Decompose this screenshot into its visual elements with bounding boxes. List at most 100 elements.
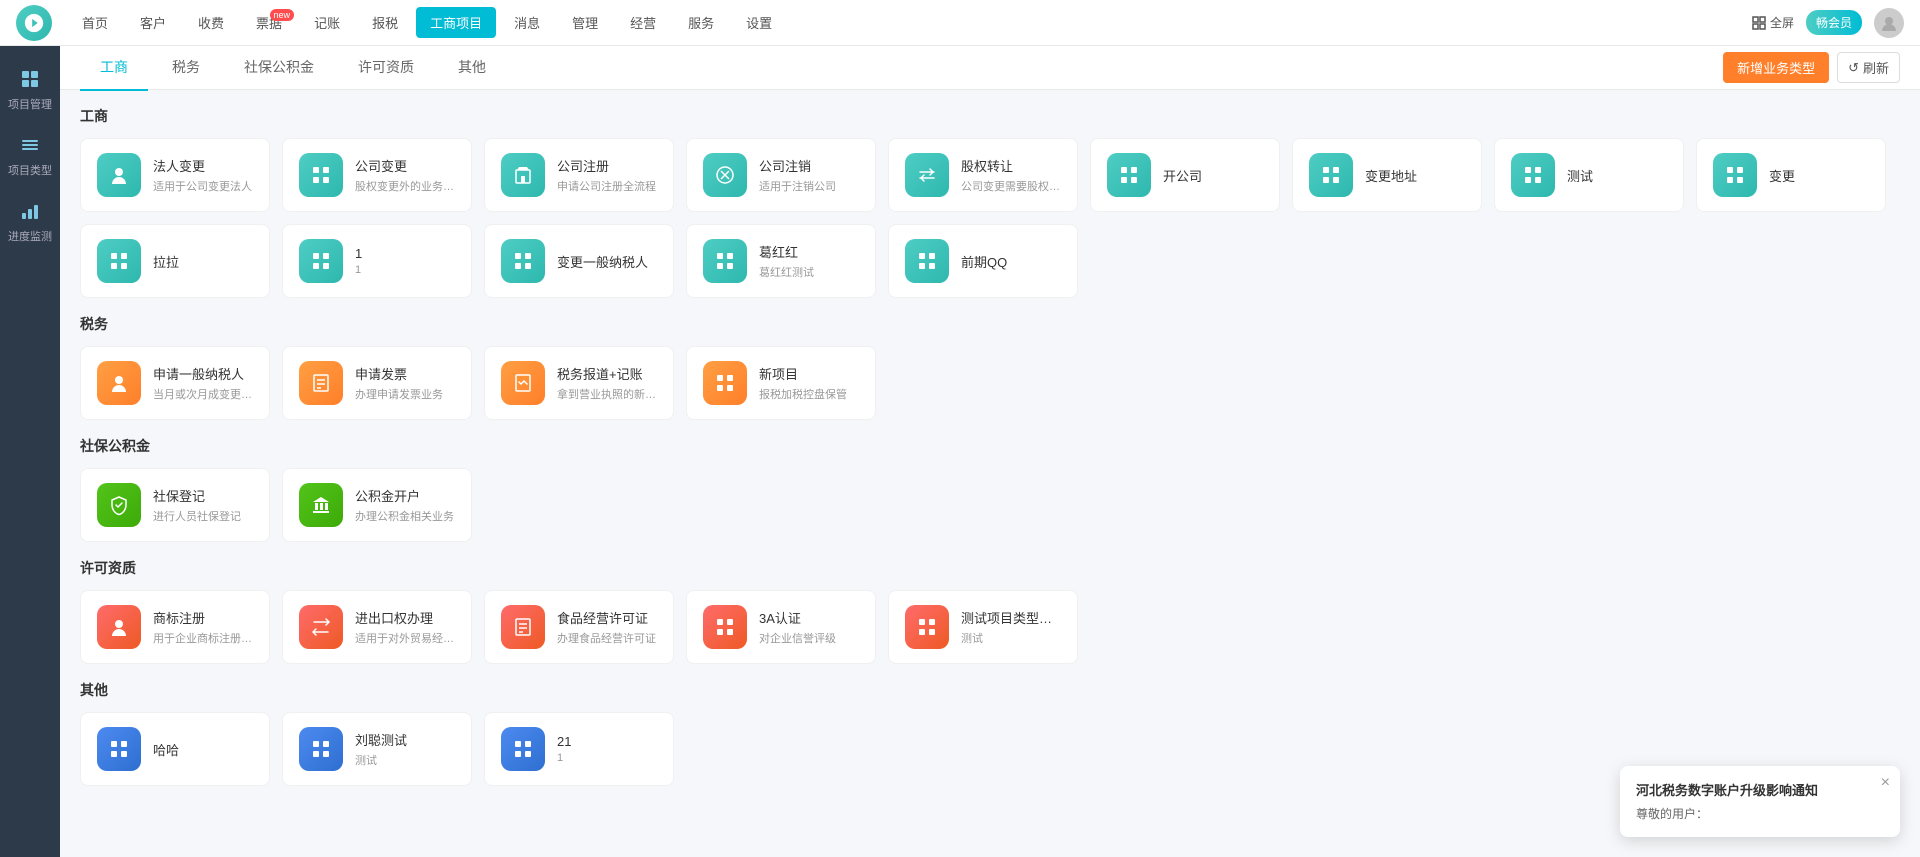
card-title: 股权转让	[961, 156, 1061, 175]
card-公司变更[interactable]: 公司变更股权变更外的业务变更	[282, 138, 472, 212]
card-title: 新项目	[759, 364, 859, 383]
card-申请发票[interactable]: 申请发票办理申请发票业务	[282, 346, 472, 420]
tab-其他[interactable]: 其他	[438, 45, 506, 91]
card-text: 股权转让公司变更需要股权转让	[961, 156, 1061, 194]
nav-items: 首页客户收费票据new记账报税工商项目消息管理经营服务设置	[68, 7, 1752, 38]
card-title: 申请发票	[355, 364, 455, 383]
card-text: 11	[355, 246, 455, 276]
tabs-bar: 工商税务社保公积金许可资质其他 新增业务类型 ↺ 刷新	[60, 46, 1920, 90]
sidebar-label-project-mgmt: 项目管理	[8, 96, 52, 112]
card-新项目[interactable]: 新项目报税加税控盘保管	[686, 346, 876, 420]
nav-item-记账[interactable]: 记账	[300, 7, 354, 38]
card-申请一般纳税人[interactable]: 申请一般纳税人当月或次月成变更完成	[80, 346, 270, 420]
card-title: 社保登记	[153, 486, 253, 505]
card-变更一般纳税人[interactable]: 变更一般纳税人	[484, 224, 674, 298]
section-title: 其他	[80, 680, 1900, 700]
person-icon	[97, 361, 141, 405]
sidebar-item-project-mgmt[interactable]: 项目管理	[0, 56, 60, 122]
nav-item-客户[interactable]: 客户	[126, 7, 180, 38]
person-icon	[97, 153, 141, 197]
fullscreen-btn[interactable]: 全屏	[1752, 14, 1794, 31]
tab-税务[interactable]: 税务	[152, 45, 220, 91]
card-开公司[interactable]: 开公司	[1090, 138, 1280, 212]
grid-icon	[501, 727, 545, 771]
notification-popup: × 河北税务数字账户升级影响通知 尊敬的用户：	[1620, 766, 1900, 837]
tab-许可资质[interactable]: 许可资质	[338, 45, 434, 91]
card-text: 公积金开户办理公积金相关业务	[355, 486, 455, 524]
card-text: 新项目报税加税控盘保管	[759, 364, 859, 402]
card-title: 变更	[1769, 166, 1869, 185]
card-title: 3A认证	[759, 608, 859, 627]
cards-grid: 社保登记进行人员社保登记 公积金开户办理公积金相关业务	[80, 468, 1900, 542]
nav-item-管理[interactable]: 管理	[558, 7, 612, 38]
grid-icon	[97, 239, 141, 283]
nav-item-票据[interactable]: 票据new	[242, 7, 296, 38]
card-desc: 办理食品经营许可证	[557, 630, 657, 646]
card-葛红红[interactable]: 葛红红葛红红测试	[686, 224, 876, 298]
card-desc: 葛红红测试	[759, 264, 859, 280]
member-label: 畅会员	[1816, 16, 1852, 30]
card-21[interactable]: 211	[484, 712, 674, 786]
card-text: 开公司	[1163, 166, 1263, 185]
card-title: 变更一般纳税人	[557, 252, 657, 271]
card-title: 21	[557, 734, 657, 749]
report-icon	[501, 361, 545, 405]
nav-item-消息[interactable]: 消息	[500, 7, 554, 38]
card-社保登记[interactable]: 社保登记进行人员社保登记	[80, 468, 270, 542]
avatar[interactable]	[1874, 8, 1904, 38]
notification-text: 尊敬的用户：	[1636, 805, 1884, 823]
sidebar-item-project-type[interactable]: 项目类型	[0, 122, 60, 188]
chart-icon	[17, 198, 43, 224]
card-3A认证[interactable]: 3A认证对企业信誉评级	[686, 590, 876, 664]
grid-icon	[501, 239, 545, 283]
section-title: 工商	[80, 106, 1900, 126]
card-食品经营许可证[interactable]: 食品经营许可证办理食品经营许可证	[484, 590, 674, 664]
notification-close-btn[interactable]: ×	[1881, 774, 1890, 792]
card-text: 变更地址	[1365, 166, 1465, 185]
transfer-icon	[905, 153, 949, 197]
cards-grid: 法人变更适用于公司变更法人公司变更股权变更外的业务变更公司注册申请公司注册全流程…	[80, 138, 1900, 298]
cards-grid: 商标注册用于企业商标注册服务进出口权办理适用于对外贸易经营者食品经营许可证办理食…	[80, 590, 1900, 664]
card-刘聪测试[interactable]: 刘聪测试测试	[282, 712, 472, 786]
tab-社保公积金[interactable]: 社保公积金	[224, 45, 334, 91]
card-公司注册[interactable]: 公司注册申请公司注册全流程	[484, 138, 674, 212]
tab-工商[interactable]: 工商	[80, 45, 148, 91]
nav-item-工商项目[interactable]: 工商项目	[416, 7, 496, 38]
nav-item-收费[interactable]: 收费	[184, 7, 238, 38]
card-测试[interactable]: 测试	[1494, 138, 1684, 212]
card-法人变更[interactable]: 法人变更适用于公司变更法人	[80, 138, 270, 212]
nav-item-设置[interactable]: 设置	[732, 7, 786, 38]
card-哈哈[interactable]: 哈哈	[80, 712, 270, 786]
nav-item-经营[interactable]: 经营	[616, 7, 670, 38]
card-公司注销[interactable]: 公司注销适用于注销公司	[686, 138, 876, 212]
invoice-icon	[299, 361, 343, 405]
nav-item-报税[interactable]: 报税	[358, 7, 412, 38]
card-商标注册[interactable]: 商标注册用于企业商标注册服务	[80, 590, 270, 664]
card-公积金开户[interactable]: 公积金开户办理公积金相关业务	[282, 468, 472, 542]
new-business-type-button[interactable]: 新增业务类型	[1723, 52, 1829, 83]
card-测试项目类型自定义[interactable]: 测试项目类型自定义测试	[888, 590, 1078, 664]
nav-right: 全屏 畅会员	[1752, 8, 1904, 38]
card-1[interactable]: 11	[282, 224, 472, 298]
card-前期QQ[interactable]: 前期QQ	[888, 224, 1078, 298]
nav-item-首页[interactable]: 首页	[68, 7, 122, 38]
sidebar-label-project-type: 项目类型	[8, 162, 52, 178]
grid-icon	[703, 239, 747, 283]
nav-item-服务[interactable]: 服务	[674, 7, 728, 38]
card-变更[interactable]: 变更	[1696, 138, 1886, 212]
main-content: 工商税务社保公积金许可资质其他 新增业务类型 ↺ 刷新 工商法人变更适用于公司变…	[60, 46, 1920, 857]
grid-icon	[905, 239, 949, 283]
logo[interactable]	[16, 5, 52, 41]
card-title: 法人变更	[153, 156, 253, 175]
sidebar: 项目管理 项目类型 进度监测	[0, 46, 60, 857]
card-进出口权办理[interactable]: 进出口权办理适用于对外贸易经营者	[282, 590, 472, 664]
card-desc: 用于企业商标注册服务	[153, 630, 253, 646]
member-btn[interactable]: 畅会员	[1806, 10, 1862, 35]
card-拉拉[interactable]: 拉拉	[80, 224, 270, 298]
card-text: 商标注册用于企业商标注册服务	[153, 608, 253, 646]
card-股权转让[interactable]: 股权转让公司变更需要股权转让	[888, 138, 1078, 212]
refresh-button[interactable]: ↺ 刷新	[1837, 52, 1900, 83]
card-税务报道+记账[interactable]: 税务报道+记账拿到营业执照的新公司	[484, 346, 674, 420]
card-变更地址[interactable]: 变更地址	[1292, 138, 1482, 212]
sidebar-item-progress[interactable]: 进度监测	[0, 188, 60, 254]
